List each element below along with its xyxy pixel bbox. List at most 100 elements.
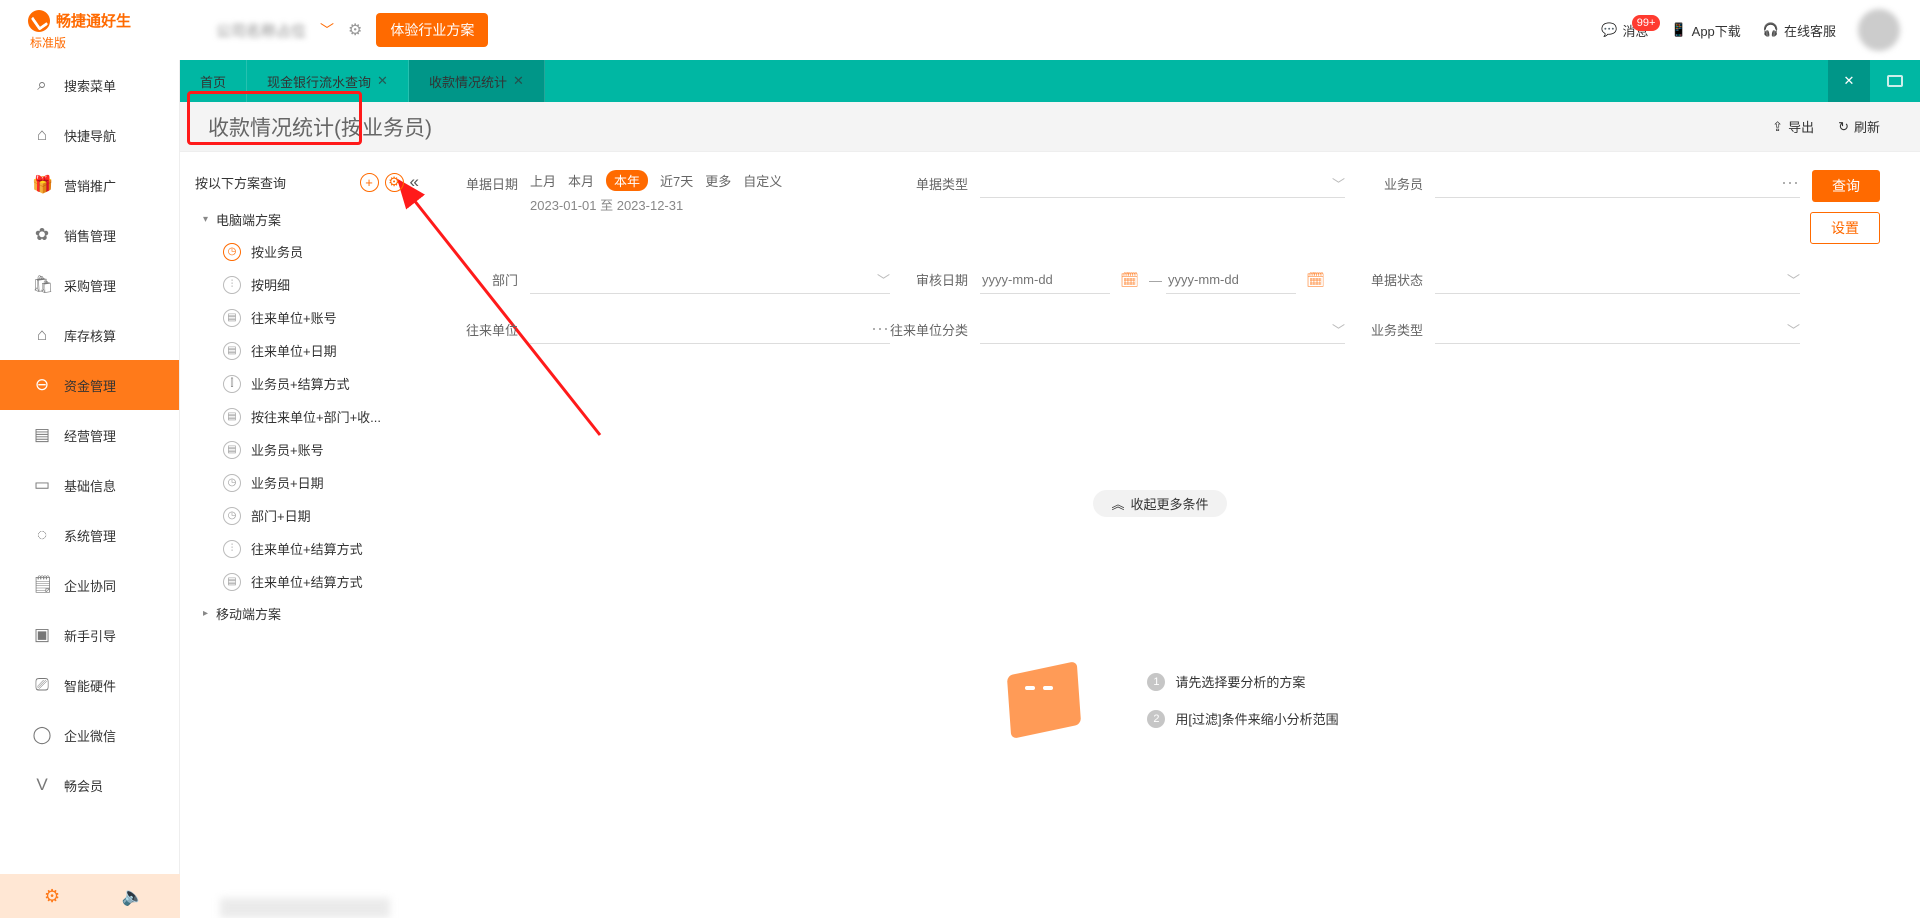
message-icon: 💬 [1601,22,1617,38]
scheme-collapse-icon[interactable]: « [410,172,415,192]
tab-receipt-close-icon[interactable]: ✕ [513,73,524,89]
brand-name: 畅捷通好生 [56,10,131,31]
settings-button[interactable]: 设置 [1810,212,1880,244]
nav-item[interactable]: 🎁营销推广 [0,160,179,210]
nav-item[interactable]: ⌂库存核算 [0,310,179,360]
top-center: 公司名称占位 ﹀ ⚙ 体验行业方案 [180,13,488,47]
tab-home[interactable]: 首页 [180,60,247,102]
tab-cashflow[interactable]: 现金银行流水查询 ✕ [247,60,409,102]
footer-sound-icon[interactable]: 🔈 [122,886,144,907]
select-salesman[interactable]: ⋯ [1435,170,1800,198]
select-biz-type[interactable]: ﹀ [1435,316,1800,344]
scheme-item[interactable]: ⫶往来单位+结算方式 [195,532,415,565]
tab-strip: 首页 现金银行流水查询 ✕ 收款情况统计 ✕ ✕ [180,60,1920,102]
nav-item[interactable]: V畅会员 [0,760,179,810]
scheme-settings-icon[interactable]: ⚙ [385,173,404,192]
date-chip[interactable]: 上月 [530,171,556,190]
refresh-button[interactable]: ↻ 刷新 [1838,117,1880,136]
nav-item[interactable]: ⌂快捷导航 [0,110,179,160]
tab-expand-icon[interactable] [1870,60,1920,102]
scheme-item[interactable]: ◷业务员+日期 [195,466,415,499]
nav-item[interactable]: ▭基础信息 [0,460,179,510]
guide-step-2: 2 用[过滤]条件来缩小分析范围 [1147,709,1338,728]
nav-icon: ✿ [32,225,52,245]
scheme-item-label: 业务员+结算方式 [251,374,350,393]
nav-item[interactable]: ⌕搜索菜单 [0,60,179,110]
settings-gear-icon[interactable]: ⚙ [348,20,362,40]
nav-item[interactable]: ▣新手引导 [0,610,179,660]
select-partner[interactable]: ⋯ [530,316,890,344]
app-download-link[interactable]: 📱 App下载 [1670,21,1740,40]
calendar-icon[interactable]: 🗓 [1300,271,1331,289]
refresh-label: 刷新 [1854,117,1880,136]
select-partner-cat[interactable]: ﹀ [980,316,1345,344]
audit-date-from[interactable] [980,266,1110,294]
nav-icon: ▣ [32,625,52,645]
date-dash: — [1149,273,1162,288]
customer-service-link[interactable]: 🎧 在线客服 [1763,21,1836,40]
scheme-item[interactable]: ⫿业务员+结算方式 [195,367,415,400]
scheme-item[interactable]: ⫶按明细 [195,268,415,301]
left-nav: ⌕搜索菜单⌂快捷导航🎁营销推广✿销售管理🛍采购管理⌂库存核算⊖资金管理▤经营管理… [0,60,180,918]
scheme-item[interactable]: ◷按业务员 [195,235,415,268]
query-button[interactable]: 查询 [1812,170,1880,202]
tab-receipt-stats[interactable]: 收款情况统计 ✕ [409,60,545,102]
company-dropdown-icon[interactable]: ﹀ [320,20,334,40]
user-avatar[interactable] [1858,9,1900,51]
scheme-item[interactable]: ▤往来单位+账号 [195,301,415,334]
date-chip[interactable]: 近7天 [660,171,693,190]
company-name[interactable]: 公司名称占位 [216,20,306,41]
cta-button[interactable]: 体验行业方案 [376,13,488,47]
nav-item[interactable]: ◌系统管理 [0,510,179,560]
nav-icon: 🗒 [32,575,52,595]
brand: 畅捷通好生 标准版 [0,10,180,51]
step-number-1: 1 [1147,673,1165,691]
date-chip[interactable]: 本月 [568,171,594,190]
scheme-item[interactable]: ▤往来单位+结算方式 [195,565,415,598]
scheme-add-icon[interactable]: + [360,173,379,192]
collapse-toggle[interactable]: ︽ 收起更多条件 [1093,490,1226,517]
scheme-item[interactable]: ▤按往来单位+部门+收... [195,400,415,433]
export-button[interactable]: ⇪ 导出 [1772,117,1814,136]
scheme-item[interactable]: ▤ 业务员+账号 [195,433,415,466]
nav-icon: ◯ [32,725,52,745]
scheme-item-icon: ▤ [223,441,241,459]
scheme-group-mobile-label: 移动端方案 [216,604,281,623]
nav-item[interactable]: ◯企业微信 [0,710,179,760]
nav-item[interactable]: ⎚智能硬件 [0,660,179,710]
scheme-group-pc[interactable]: ▾ 电脑端方案 [195,204,415,235]
nav-icon: 🎁 [32,175,52,195]
scheme-item[interactable]: ◷部门+日期 [195,499,415,532]
tab-cashflow-close-icon[interactable]: ✕ [377,73,388,89]
nav-label: 采购管理 [64,276,116,295]
date-chip[interactable]: 更多 [705,171,731,190]
scheme-group-mobile[interactable]: ▸ 移动端方案 [195,598,415,629]
nav-icon: ⎚ [32,675,52,695]
nav-item[interactable]: ✿销售管理 [0,210,179,260]
nav-item[interactable]: 🛍采购管理 [0,260,179,310]
nav-label: 畅会员 [64,776,103,795]
scheme-item[interactable]: ▤往来单位+日期 [195,334,415,367]
messages-link[interactable]: 💬 消息 99+ [1601,21,1648,40]
footer-gear-icon[interactable]: ⚙ [44,886,60,907]
calendar-icon[interactable]: 🗓 [1114,271,1145,289]
guide-step-1: 1 请先选择要分析的方案 [1147,672,1338,691]
label-dept: 部门 [440,266,518,289]
top-bar: 畅捷通好生 标准版 公司名称占位 ﹀ ⚙ 体验行业方案 💬 消息 99+ 📱 A… [0,0,1920,60]
nav-label: 搜索菜单 [64,76,116,95]
scheme-item-label: 业务员+账号 [251,440,324,459]
date-chip[interactable]: 本年 [606,170,648,191]
select-bill-status[interactable]: ﹀ [1435,266,1800,294]
nav-icon: ⌂ [32,325,52,345]
tab-close-all[interactable]: ✕ [1828,60,1870,102]
select-dept[interactable]: ﹀ [530,266,890,294]
audit-date-to[interactable] [1166,266,1296,294]
nav-icon: ⊖ [32,375,52,395]
select-bill-type[interactable]: ﹀ [980,170,1345,198]
left-nav-footer: ⚙ 🔈 [0,874,180,918]
nav-item[interactable]: ▤经营管理 [0,410,179,460]
nav-item[interactable]: 🗒企业协同 [0,560,179,610]
nav-label: 基础信息 [64,476,116,495]
nav-item[interactable]: ⊖资金管理 [0,360,179,410]
date-chip[interactable]: 自定义 [743,171,782,190]
